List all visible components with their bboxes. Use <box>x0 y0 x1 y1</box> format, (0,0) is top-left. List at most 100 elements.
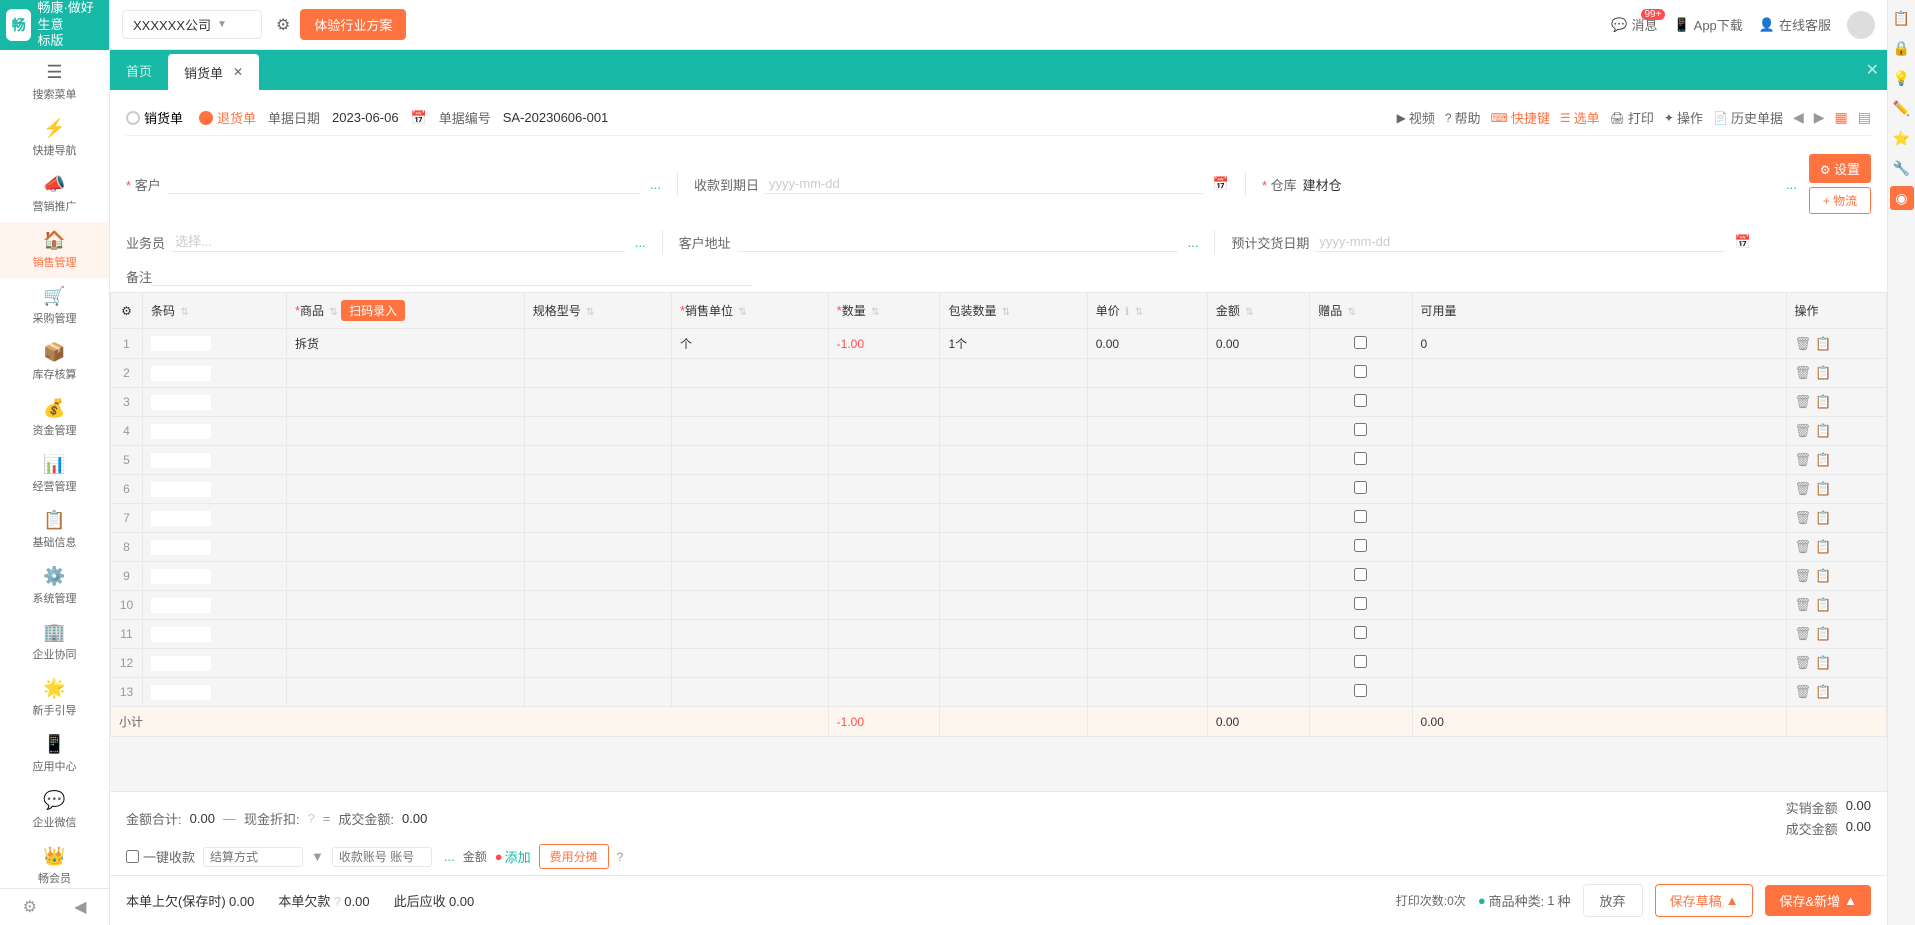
cell-spec[interactable] <box>524 678 671 707</box>
cell-gift[interactable] <box>1310 446 1412 475</box>
cell-pkg-qty[interactable]: 1个 <box>940 329 1087 359</box>
settlement-dropdown-icon[interactable]: ▼ <box>311 849 324 864</box>
cell-amount[interactable] <box>1207 533 1309 562</box>
cell-barcode[interactable] <box>143 533 287 562</box>
salesperson-dots-icon[interactable]: ... <box>635 235 646 250</box>
cell-amount[interactable] <box>1207 504 1309 533</box>
salesperson-input[interactable] <box>171 232 625 252</box>
copy-icon[interactable]: 📋 <box>1815 539 1831 555</box>
cell-product[interactable] <box>286 359 524 388</box>
discard-button[interactable]: 放弃 <box>1583 884 1643 917</box>
cell-pkg-qty[interactable] <box>940 533 1087 562</box>
cell-amount[interactable] <box>1207 475 1309 504</box>
cell-spec[interactable] <box>524 359 671 388</box>
cell-price[interactable] <box>1087 620 1207 649</box>
expected-date-input[interactable] <box>1315 232 1724 252</box>
remarks-input[interactable] <box>152 266 752 286</box>
cell-qty[interactable] <box>828 417 940 446</box>
sidebar-item-basic[interactable]: 📋基础信息 <box>0 502 109 558</box>
gift-checkbox[interactable] <box>1354 568 1367 581</box>
logistics-button[interactable]: + 物流 <box>1809 187 1871 214</box>
sidebar-settings-icon[interactable]: ⚙ <box>23 897 37 917</box>
add-button[interactable]: ● 添加 <box>495 847 531 866</box>
cell-qty[interactable] <box>828 359 940 388</box>
sidebar-item-search[interactable]: ☰搜索菜单 <box>0 54 109 110</box>
cell-barcode[interactable] <box>143 678 287 707</box>
delete-icon[interactable]: 🗑 <box>1795 568 1812 584</box>
cell-price[interactable] <box>1087 678 1207 707</box>
settings-button[interactable]: ⚙ 设置 <box>1809 154 1871 183</box>
cell-spec[interactable] <box>524 417 671 446</box>
cell-price[interactable] <box>1087 562 1207 591</box>
cell-price[interactable] <box>1087 388 1207 417</box>
cell-price[interactable]: 0.00 <box>1087 329 1207 359</box>
cell-unit[interactable]: 个 <box>671 329 828 359</box>
tab-close-icon[interactable]: ✕ <box>233 65 243 79</box>
tool-history[interactable]: 📄 历史单据 <box>1713 108 1783 127</box>
barcode-input[interactable] <box>151 540 211 555</box>
rp-lock-icon[interactable]: 🔒 <box>1890 36 1914 60</box>
nav-next-icon[interactable]: ▶ <box>1814 109 1825 126</box>
cell-barcode[interactable] <box>143 649 287 678</box>
delete-icon[interactable]: 🗑 <box>1795 539 1812 555</box>
cell-price[interactable] <box>1087 359 1207 388</box>
cell-gift[interactable] <box>1310 562 1412 591</box>
cell-qty[interactable] <box>828 620 940 649</box>
cell-barcode[interactable] <box>143 329 287 359</box>
cell-product[interactable] <box>286 649 524 678</box>
cell-product[interactable] <box>286 591 524 620</box>
sidebar-item-wechat[interactable]: 💬企业微信 <box>0 782 109 838</box>
copy-icon[interactable]: 📋 <box>1815 365 1831 381</box>
delete-icon[interactable]: 🗑 <box>1795 481 1812 497</box>
cell-barcode[interactable] <box>143 359 287 388</box>
cell-barcode[interactable] <box>143 562 287 591</box>
cell-product[interactable] <box>286 417 524 446</box>
copy-icon[interactable]: 📋 <box>1815 597 1831 613</box>
cell-unit[interactable] <box>671 475 828 504</box>
rp-orange-icon[interactable]: ◉ <box>1890 186 1914 210</box>
rp-star-icon[interactable]: ⭐ <box>1890 126 1914 150</box>
customer-input[interactable] <box>167 174 640 194</box>
cell-gift[interactable] <box>1310 649 1412 678</box>
copy-icon[interactable]: 📋 <box>1815 423 1831 439</box>
cell-qty[interactable] <box>828 475 940 504</box>
cell-amount[interactable] <box>1207 417 1309 446</box>
cell-unit[interactable] <box>671 649 828 678</box>
cell-product[interactable] <box>286 678 524 707</box>
cell-price[interactable] <box>1087 591 1207 620</box>
cell-qty[interactable] <box>828 388 940 417</box>
cell-pkg-qty[interactable] <box>940 417 1087 446</box>
barcode-input[interactable] <box>151 598 211 613</box>
cell-gift[interactable] <box>1310 533 1412 562</box>
view-list-icon[interactable]: ▤ <box>1858 109 1871 126</box>
sidebar-item-purchase[interactable]: 🛒采购管理 <box>0 278 109 334</box>
cell-price[interactable] <box>1087 504 1207 533</box>
rp-notes-icon[interactable]: 📋 <box>1890 6 1914 30</box>
account-dots-icon[interactable]: ... <box>444 849 455 864</box>
rp-bulb-icon[interactable]: 💡 <box>1890 66 1914 90</box>
cell-barcode[interactable] <box>143 504 287 533</box>
tab-home[interactable]: 首页 <box>110 50 168 90</box>
cell-price[interactable] <box>1087 417 1207 446</box>
tool-print[interactable]: 🖨 打印 <box>1610 108 1654 127</box>
cell-spec[interactable] <box>524 620 671 649</box>
gift-checkbox[interactable] <box>1354 684 1367 697</box>
warehouse-dots-icon[interactable]: ... <box>1786 177 1797 192</box>
cell-unit[interactable] <box>671 359 828 388</box>
barcode-input[interactable] <box>151 627 211 642</box>
sidebar-item-system[interactable]: ⚙️系统管理 <box>0 558 109 614</box>
cell-spec[interactable] <box>524 504 671 533</box>
cell-unit[interactable] <box>671 504 828 533</box>
cell-pkg-qty[interactable] <box>940 359 1087 388</box>
cell-product[interactable] <box>286 533 524 562</box>
cell-amount[interactable] <box>1207 388 1309 417</box>
cell-price[interactable] <box>1087 475 1207 504</box>
sidebar-item-quicknav[interactable]: ⚡快捷导航 <box>0 110 109 166</box>
save-draft-button[interactable]: 保存草稿 ▲ <box>1655 884 1754 917</box>
gift-checkbox[interactable] <box>1354 452 1367 465</box>
sidebar-item-enterprise[interactable]: 🏢企业协同 <box>0 614 109 670</box>
copy-icon[interactable]: 📋 <box>1815 510 1831 526</box>
sidebar-item-sales[interactable]: 🏠销售管理 <box>0 222 109 278</box>
col-settings[interactable]: ⚙ <box>111 293 143 329</box>
cell-spec[interactable] <box>524 475 671 504</box>
